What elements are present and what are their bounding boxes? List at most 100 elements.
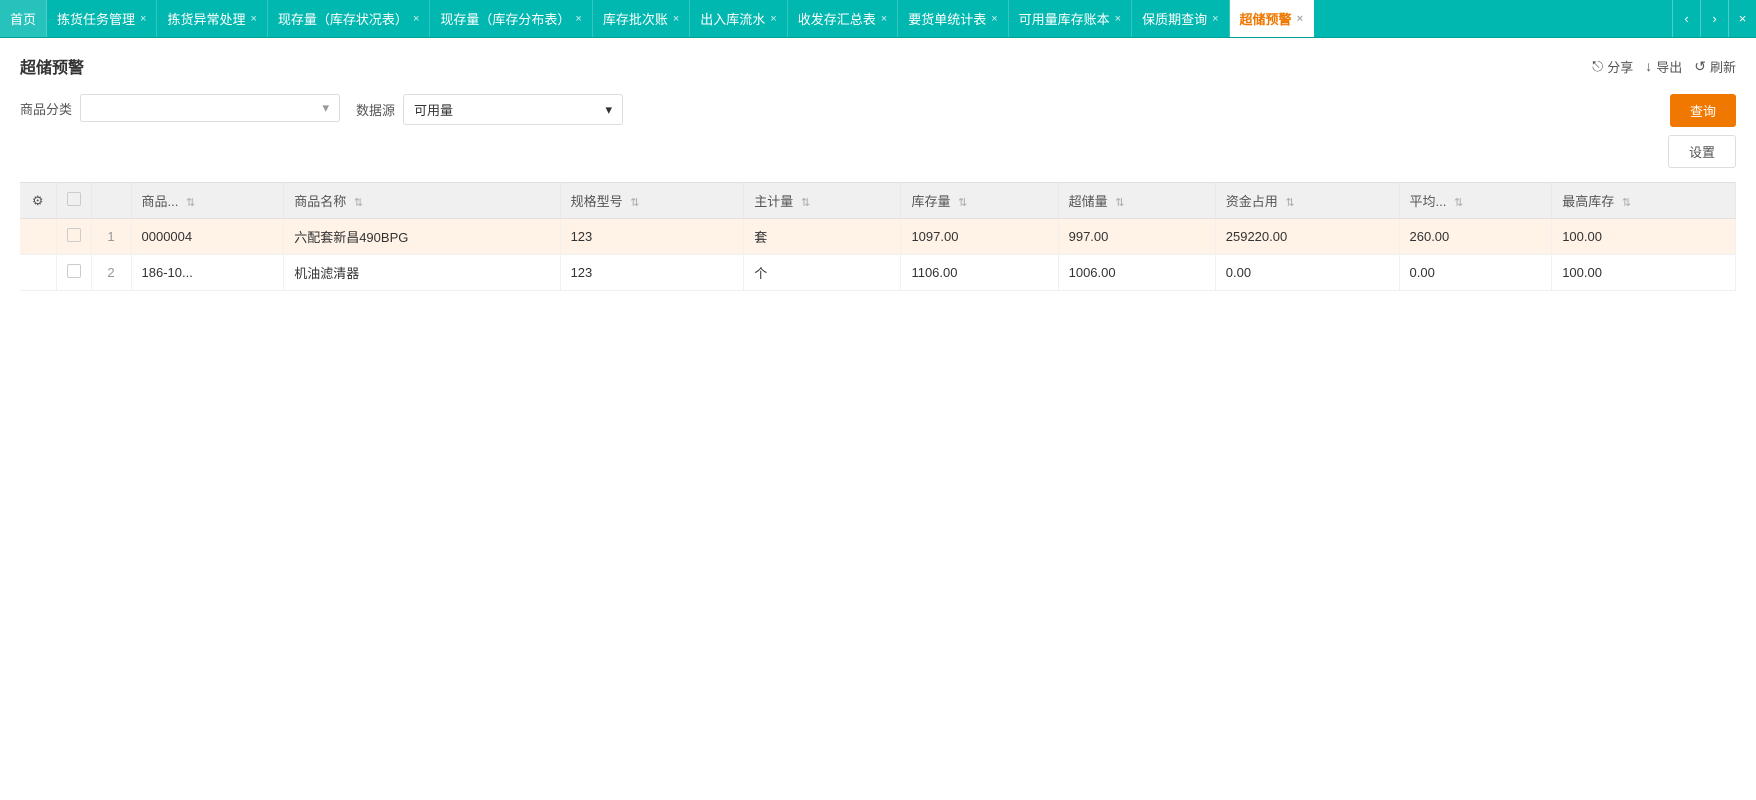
row2-inventory: 1106.00: [901, 255, 1058, 291]
row2-checkbox[interactable]: [67, 264, 81, 278]
col-inventory[interactable]: 库存量 ⇅: [901, 183, 1058, 219]
header-checkbox[interactable]: [67, 192, 81, 206]
sort-capital-usage-icon: ⇅: [1285, 196, 1294, 209]
nav-close-available-account[interactable]: ×: [1115, 13, 1121, 25]
row2-product-code: 186-10...: [131, 255, 284, 291]
nav-arrow-close[interactable]: ×: [1728, 0, 1756, 38]
nav-item-inventory-dist[interactable]: 现存量（库存分布表） ×: [430, 0, 592, 37]
table-row: 1 0000004 六配套新昌490BPG 123 套 1097.00 997.…: [20, 219, 1736, 255]
row1-gear: [20, 219, 56, 255]
nav-item-home-label: 首页: [10, 9, 36, 28]
row1-capital-usage: 259220.00: [1215, 219, 1399, 255]
col-product-code[interactable]: 商品... ⇅: [131, 183, 284, 219]
row1-avg: 260.00: [1399, 219, 1552, 255]
nav-close-inventory-dist[interactable]: ×: [575, 13, 581, 25]
nav-item-overstock-alert[interactable]: 超储预警 ×: [1230, 0, 1314, 37]
nav-item-shelf-life[interactable]: 保质期查询 ×: [1132, 0, 1229, 37]
row1-max-inventory: 100.00: [1552, 219, 1736, 255]
nav-item-available-account-label: 可用量库存账本: [1019, 9, 1110, 28]
nav-close-batch-account[interactable]: ×: [673, 13, 679, 25]
col-capital-usage-label: 资金占用: [1226, 194, 1278, 209]
nav-close-abnormal[interactable]: ×: [250, 13, 256, 25]
col-overstock[interactable]: 超储量 ⇅: [1058, 183, 1215, 219]
nav-arrow-left[interactable]: ‹: [1672, 0, 1700, 38]
nav-item-inout-flow-label: 出入库流水: [700, 9, 765, 28]
row2-capital-usage: 0.00: [1215, 255, 1399, 291]
table-header: ⚙ 商品... ⇅ 商品名称 ⇅ 规格型号 ⇅: [20, 183, 1736, 219]
nav-item-home[interactable]: 首页: [0, 0, 47, 37]
col-gear[interactable]: ⚙: [20, 183, 56, 219]
col-max-inventory[interactable]: 最高库存 ⇅: [1552, 183, 1736, 219]
refresh-icon: ↺: [1694, 58, 1706, 75]
sort-spec-icon: ⇅: [630, 196, 639, 209]
nav-item-recv-summary[interactable]: 收发存汇总表 ×: [788, 0, 898, 37]
col-unit-label: 主计量: [754, 194, 793, 209]
nav-close-order-stats[interactable]: ×: [991, 13, 997, 25]
refresh-action[interactable]: ↺ 刷新: [1694, 57, 1736, 76]
row1-product-code: 0000004: [131, 219, 284, 255]
row1-unit: 套: [744, 219, 901, 255]
page-header: 超储预警 ⎋ 分享 ↓ 导出 ↺ 刷新: [20, 54, 1736, 78]
nav-item-abnormal-label: 拣货异常处理: [167, 9, 245, 28]
col-product-code-label: 商品...: [142, 194, 179, 209]
sort-product-name-icon: ⇅: [354, 196, 363, 209]
nav-item-batch-account[interactable]: 库存批次账 ×: [593, 0, 690, 37]
row2-gear: [20, 255, 56, 291]
category-select[interactable]: ▾: [80, 94, 340, 122]
row2-spec: 123: [560, 255, 744, 291]
col-spec[interactable]: 规格型号 ⇅: [560, 183, 744, 219]
col-checkbox: [56, 183, 91, 219]
nav-item-overstock-alert-label: 超储预警: [1240, 9, 1292, 28]
col-product-name[interactable]: 商品名称 ⇅: [284, 183, 560, 219]
table-row: 2 186-10... 机油滤清器 123 个 1106.00 1006.00 …: [20, 255, 1736, 291]
settings-button[interactable]: 设置: [1668, 135, 1736, 168]
row1-overstock: 997.00: [1058, 219, 1215, 255]
nav-item-shelf-life-label: 保质期查询: [1142, 9, 1207, 28]
col-unit[interactable]: 主计量 ⇅: [744, 183, 901, 219]
col-product-name-label: 商品名称: [294, 194, 346, 209]
nav-close-shelf-life[interactable]: ×: [1212, 13, 1218, 25]
nav-arrow-right[interactable]: ›: [1700, 0, 1728, 38]
row1-checkbox[interactable]: [67, 228, 81, 242]
nav-item-available-account[interactable]: 可用量库存账本 ×: [1009, 0, 1132, 37]
nav-arrows: ‹ › ×: [1672, 0, 1756, 38]
nav-item-order-stats[interactable]: 要货单统计表 ×: [898, 0, 1008, 37]
nav-close-inout-flow[interactable]: ×: [770, 13, 776, 25]
nav-close-task-mgmt[interactable]: ×: [140, 13, 146, 25]
sort-overstock-icon: ⇅: [1115, 196, 1124, 209]
nav-item-order-stats-label: 要货单统计表: [908, 9, 986, 28]
share-action[interactable]: ⎋ 分享: [1592, 57, 1633, 76]
share-label: 分享: [1607, 57, 1633, 76]
sort-max-inventory-icon: ⇅: [1622, 196, 1631, 209]
export-action[interactable]: ↓ 导出: [1645, 57, 1682, 76]
sort-product-code-icon: ⇅: [186, 196, 195, 209]
nav-item-abnormal[interactable]: 拣货异常处理 ×: [157, 0, 267, 37]
nav-close-inventory-status[interactable]: ×: [413, 13, 419, 25]
page-actions: ⎋ 分享 ↓ 导出 ↺ 刷新: [1592, 57, 1736, 76]
row2-product-name: 机油滤清器: [284, 255, 560, 291]
nav-item-recv-summary-label: 收发存汇总表: [798, 9, 876, 28]
nav-close-overstock-alert[interactable]: ×: [1297, 13, 1303, 25]
row2-max-inventory: 100.00: [1552, 255, 1736, 291]
nav-close-recv-summary[interactable]: ×: [881, 13, 887, 25]
table-body: 1 0000004 六配套新昌490BPG 123 套 1097.00 997.…: [20, 219, 1736, 291]
export-icon: ↓: [1645, 58, 1652, 74]
nav-item-inout-flow[interactable]: 出入库流水 ×: [690, 0, 787, 37]
nav-item-batch-account-label: 库存批次账: [603, 9, 668, 28]
col-avg[interactable]: 平均... ⇅: [1399, 183, 1552, 219]
datasource-label: 数据源: [356, 100, 395, 119]
nav-item-inventory-status[interactable]: 现存量（库存状况表） ×: [268, 0, 430, 37]
category-label: 商品分类: [20, 99, 72, 118]
nav-item-task-mgmt-label: 拣货任务管理: [57, 9, 135, 28]
sort-unit-icon: ⇅: [801, 196, 810, 209]
col-max-inventory-label: 最高库存: [1562, 194, 1614, 209]
top-nav: 首页 拣货任务管理 × 拣货异常处理 × 现存量（库存状况表） × 现存量（库存…: [0, 0, 1756, 38]
page-title: 超储预警: [20, 54, 84, 78]
datasource-select[interactable]: 可用量 ▾: [403, 94, 623, 125]
query-button[interactable]: 查询: [1670, 94, 1736, 127]
data-table: ⚙ 商品... ⇅ 商品名称 ⇅ 规格型号 ⇅: [20, 182, 1736, 291]
share-icon: ⎋: [1592, 58, 1603, 75]
col-capital-usage[interactable]: 资金占用 ⇅: [1215, 183, 1399, 219]
nav-item-task-mgmt[interactable]: 拣货任务管理 ×: [47, 0, 157, 37]
datasource-filter: 数据源 可用量 ▾: [356, 94, 623, 125]
